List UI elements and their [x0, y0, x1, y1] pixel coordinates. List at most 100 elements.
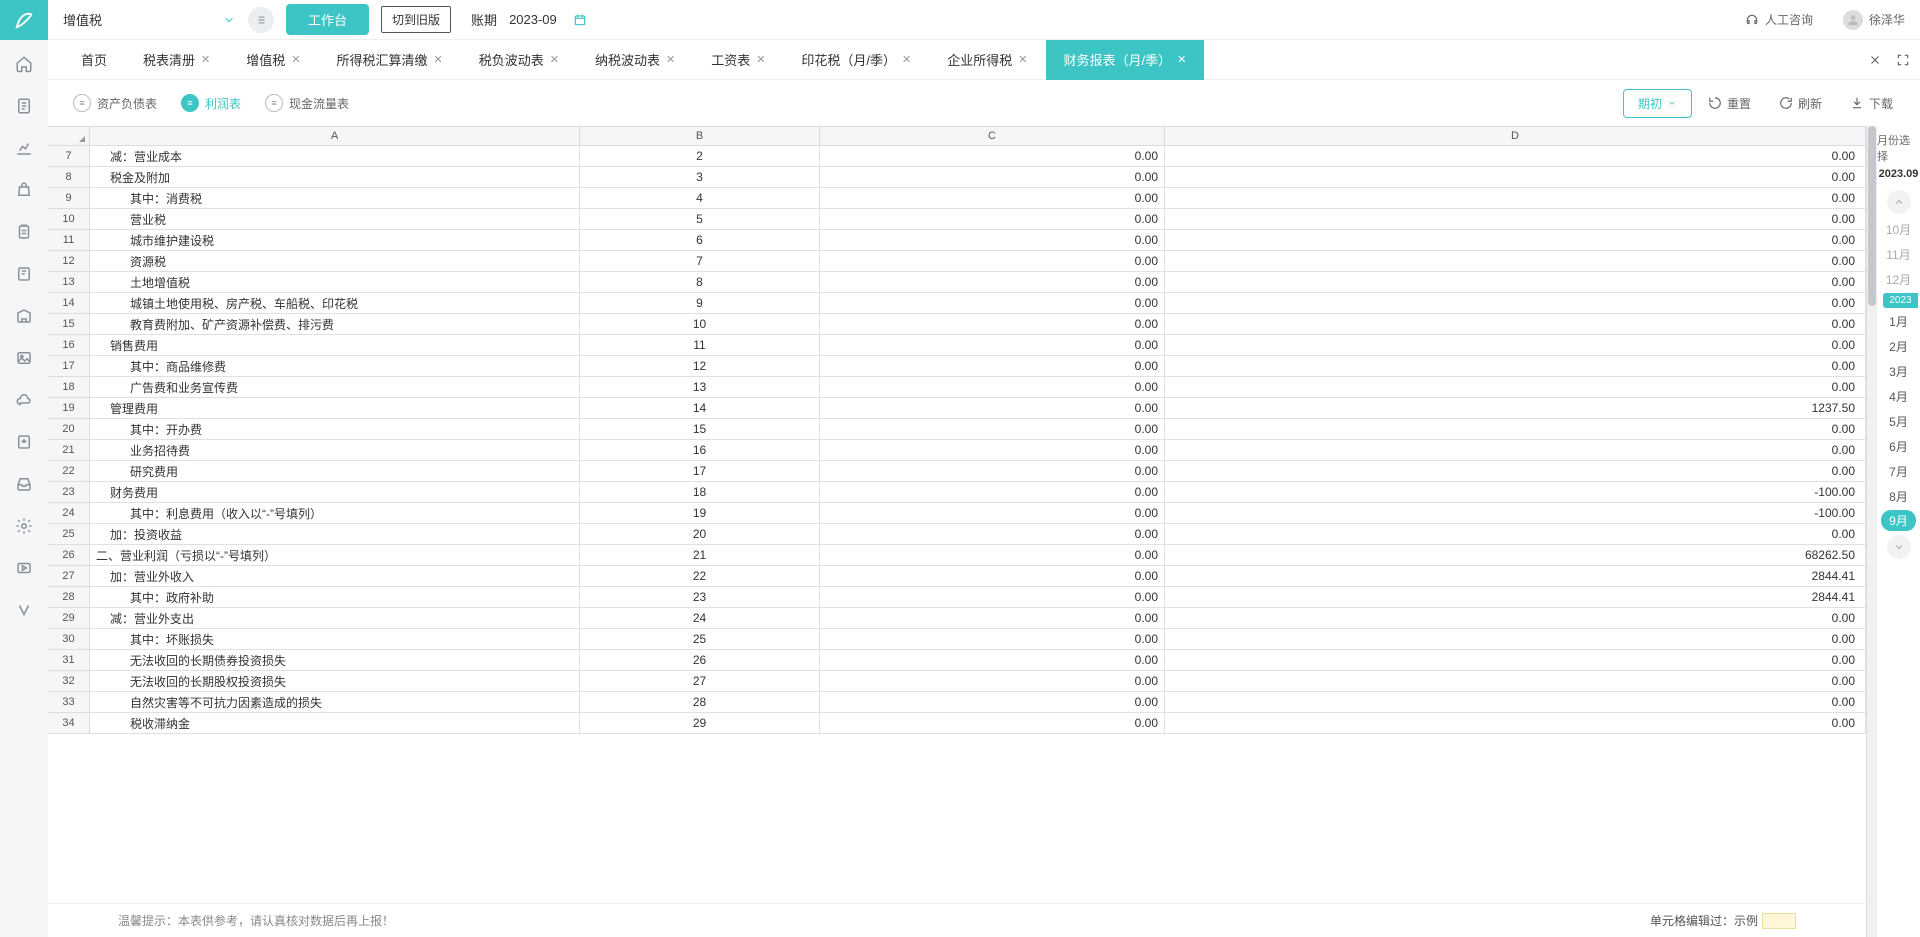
row-header[interactable]: 33	[48, 692, 90, 713]
row-header[interactable]: 10	[48, 209, 90, 230]
cell-b[interactable]: 11	[580, 335, 820, 356]
cell-a[interactable]: 减：营业外支出	[90, 608, 580, 629]
row-header[interactable]: 25	[48, 524, 90, 545]
subtab-2[interactable]: ≡现金流量表	[255, 88, 359, 118]
cell-d[interactable]: 0.00	[1165, 230, 1866, 251]
cell-a[interactable]: 资源税	[90, 251, 580, 272]
row-header[interactable]: 17	[48, 356, 90, 377]
cell-d[interactable]: 0.00	[1165, 167, 1866, 188]
cell-d[interactable]: 0.00	[1165, 314, 1866, 335]
chart-icon[interactable]	[14, 138, 34, 158]
cell-b[interactable]: 5	[580, 209, 820, 230]
cell-a[interactable]: 减：营业成本	[90, 146, 580, 167]
tab-1[interactable]: 税表清册✕	[125, 40, 228, 80]
calendar-icon[interactable]	[573, 13, 587, 27]
cell-d[interactable]: 0.00	[1165, 671, 1866, 692]
cell-a[interactable]: 城市维护建设税	[90, 230, 580, 251]
cell-a[interactable]: 其中：政府补助	[90, 587, 580, 608]
cell-a[interactable]: 自然灾害等不可抗力因素造成的损失	[90, 692, 580, 713]
row-header[interactable]: 24	[48, 503, 90, 524]
cell-a[interactable]: 无法收回的长期债券投资损失	[90, 650, 580, 671]
close-icon[interactable]: ✕	[550, 53, 559, 66]
month-prev-icon[interactable]	[1887, 190, 1911, 214]
cell-a[interactable]: 其中：利息费用（收入以“-”号填列）	[90, 503, 580, 524]
cell-a[interactable]: 土地增值税	[90, 272, 580, 293]
switch-old-button[interactable]: 切到旧版	[381, 6, 451, 33]
cell-c[interactable]: 0.00	[820, 503, 1165, 524]
cell-c[interactable]: 0.00	[820, 671, 1165, 692]
cell-b[interactable]: 7	[580, 251, 820, 272]
book-icon[interactable]	[14, 264, 34, 284]
cloud-icon[interactable]	[14, 390, 34, 410]
cell-c[interactable]: 0.00	[820, 188, 1165, 209]
clipboard-icon[interactable]	[14, 222, 34, 242]
user-menu[interactable]: 徐泽华	[1843, 10, 1905, 30]
month-item[interactable]: 1月	[1889, 310, 1908, 333]
cell-d[interactable]: 0.00	[1165, 629, 1866, 650]
cell-d[interactable]: 0.00	[1165, 209, 1866, 230]
cell-b[interactable]: 6	[580, 230, 820, 251]
cell-d[interactable]: 2844.41	[1165, 587, 1866, 608]
cell-d[interactable]: 0.00	[1165, 377, 1866, 398]
month-item[interactable]: 6月	[1889, 435, 1908, 458]
vertical-scrollbar[interactable]	[1866, 126, 1876, 937]
subtab-1[interactable]: ≡利润表	[171, 88, 251, 118]
scrollbar-thumb[interactable]	[1868, 126, 1876, 306]
col-header-B[interactable]: B	[580, 127, 820, 145]
subtab-0[interactable]: ≡资产负债表	[63, 88, 167, 118]
cell-d[interactable]: -100.00	[1165, 503, 1866, 524]
row-header[interactable]: 14	[48, 293, 90, 314]
cell-d[interactable]: 0.00	[1165, 608, 1866, 629]
tab-7[interactable]: 印花税（月/季）✕	[783, 40, 929, 80]
row-header[interactable]: 30	[48, 629, 90, 650]
cell-b[interactable]: 26	[580, 650, 820, 671]
month-item[interactable]: 2月	[1889, 335, 1908, 358]
list-icon-button[interactable]	[248, 7, 274, 33]
cell-b[interactable]: 13	[580, 377, 820, 398]
close-icon[interactable]: ✕	[756, 53, 765, 66]
fullscreen-icon[interactable]	[1896, 53, 1910, 67]
cell-a[interactable]: 其中：商品维修费	[90, 356, 580, 377]
cell-b[interactable]: 10	[580, 314, 820, 335]
cell-a[interactable]: 其中：消费税	[90, 188, 580, 209]
month-item[interactable]: 3月	[1889, 360, 1908, 383]
export-icon[interactable]	[14, 432, 34, 452]
cell-c[interactable]: 0.00	[820, 314, 1165, 335]
home-icon[interactable]	[14, 54, 34, 74]
month-item[interactable]: 4月	[1889, 385, 1908, 408]
cell-c[interactable]: 0.00	[820, 482, 1165, 503]
tab-2[interactable]: 增值税✕	[228, 40, 318, 80]
cell-a[interactable]: 营业税	[90, 209, 580, 230]
cell-c[interactable]: 0.00	[820, 587, 1165, 608]
v-icon[interactable]	[14, 600, 34, 620]
row-header[interactable]: 26	[48, 545, 90, 566]
cell-b[interactable]: 28	[580, 692, 820, 713]
cell-c[interactable]: 0.00	[820, 146, 1165, 167]
document-icon[interactable]	[14, 96, 34, 116]
cell-a[interactable]: 财务费用	[90, 482, 580, 503]
row-header[interactable]: 12	[48, 251, 90, 272]
cell-b[interactable]: 19	[580, 503, 820, 524]
cell-c[interactable]: 0.00	[820, 167, 1165, 188]
cell-d[interactable]: 0.00	[1165, 356, 1866, 377]
cell-a[interactable]: 研究费用	[90, 461, 580, 482]
close-icon[interactable]: ✕	[1018, 53, 1027, 66]
tab-4[interactable]: 税负波动表✕	[461, 40, 577, 80]
col-header-D[interactable]: D	[1165, 127, 1866, 145]
close-icon[interactable]: ✕	[291, 53, 300, 66]
cell-c[interactable]: 0.00	[820, 398, 1165, 419]
tab-8[interactable]: 企业所得税✕	[929, 40, 1045, 80]
cell-c[interactable]: 0.00	[820, 692, 1165, 713]
cell-d[interactable]: 0.00	[1165, 692, 1866, 713]
cell-a[interactable]: 业务招待费	[90, 440, 580, 461]
cell-b[interactable]: 12	[580, 356, 820, 377]
cell-a[interactable]: 销售费用	[90, 335, 580, 356]
cell-a[interactable]: 税金及附加	[90, 167, 580, 188]
cell-c[interactable]: 0.00	[820, 524, 1165, 545]
cell-b[interactable]: 15	[580, 419, 820, 440]
row-header[interactable]: 27	[48, 566, 90, 587]
cell-a[interactable]: 无法收回的长期股权投资损失	[90, 671, 580, 692]
col-header-A[interactable]: A	[90, 127, 580, 145]
cell-d[interactable]: 0.00	[1165, 335, 1866, 356]
row-header[interactable]: 9	[48, 188, 90, 209]
